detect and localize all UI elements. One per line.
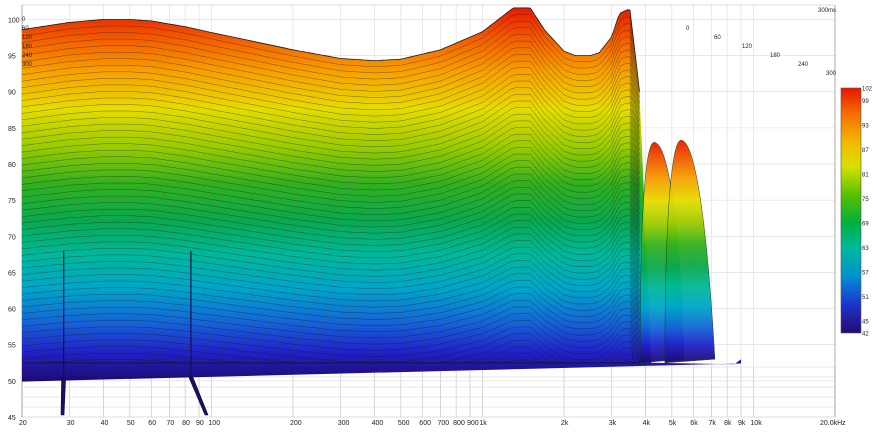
z-tick-label-left: 0 xyxy=(22,17,26,23)
colorbar-tick-label: 99 xyxy=(862,99,869,105)
x-tick-label: 9k xyxy=(738,420,746,427)
x-tick-label: 30 xyxy=(67,420,75,427)
y-tick-label: 75 xyxy=(8,198,16,205)
y-tick-label: 85 xyxy=(8,126,16,133)
colorbar-tick-label: 87 xyxy=(862,148,869,154)
y-tick-label: 50 xyxy=(8,379,16,386)
z-tick-label-left: 240 xyxy=(22,53,33,59)
z-axis-max-label: 300ms xyxy=(818,8,836,14)
y-tick-label: 70 xyxy=(8,234,16,241)
y-tick-label: 95 xyxy=(8,54,16,61)
x-tick-label: 700 xyxy=(437,420,449,427)
x-tick-label: 80 xyxy=(182,420,190,427)
x-tick-label: 7k xyxy=(708,420,716,427)
x-tick-label: 200 xyxy=(290,420,302,427)
x-tick-label: 1k xyxy=(479,420,487,427)
x-tick-label: 900 xyxy=(467,420,479,427)
x-tick-label: 60 xyxy=(148,420,156,427)
z-tick-label-left: 120 xyxy=(22,35,33,41)
x-tick-label: 10k xyxy=(750,420,762,427)
colorbar xyxy=(840,87,862,334)
colorbar-tick-label: 75 xyxy=(862,197,869,203)
y-tick-label: 100 xyxy=(8,17,20,24)
colorbar-tick-label: 81 xyxy=(862,172,869,178)
colorbar-tick-label: 93 xyxy=(862,123,869,129)
x-tick-label: 300 xyxy=(338,420,350,427)
x-tick-label: 70 xyxy=(166,420,174,427)
z-tick-label-right: 240 xyxy=(798,62,809,68)
x-tick-label: 100 xyxy=(208,420,220,427)
x-tick-label: 500 xyxy=(398,420,410,427)
x-tick-label: 50 xyxy=(127,420,135,427)
x-tick-label: 600 xyxy=(419,420,431,427)
y-tick-label: 55 xyxy=(8,343,16,350)
y-tick-label: 65 xyxy=(8,270,16,277)
decay-ridge xyxy=(664,139,716,364)
x-tick-label: 400 xyxy=(372,420,384,427)
x-tick-label: 800 xyxy=(453,420,465,427)
waterfall-surface xyxy=(21,7,741,416)
colorbar-tick-label: 63 xyxy=(862,246,869,252)
z-tick-label-right: 120 xyxy=(742,44,753,50)
resonance-spike xyxy=(60,376,66,416)
colorbar-tick-label: 42 xyxy=(862,332,869,338)
z-tick-label-right: 60 xyxy=(714,35,721,41)
x-tick-label: 90 xyxy=(196,420,204,427)
colorbar-tick-label: 69 xyxy=(862,221,869,227)
colorbar-gradient xyxy=(840,87,862,334)
x-tick-label: 4k xyxy=(643,420,651,427)
y-tick-label: 45 xyxy=(8,415,16,422)
x-tick-label: 8k xyxy=(724,420,732,427)
z-tick-label-left: 60 xyxy=(22,26,29,32)
x-tick-label: 20 xyxy=(19,420,27,427)
z-tick-label-right: 300 xyxy=(826,71,837,77)
colorbar-tick-label: 102 xyxy=(862,87,873,93)
y-tick-label: 60 xyxy=(8,307,16,314)
chart-svg: 45 50 55 60 65 70 75 80 85 90 95 100 20 30 40 50 60 70 80 9… xyxy=(8,4,873,427)
z-tick-label-left: 300 xyxy=(22,62,33,68)
colorbar-tick-label: 57 xyxy=(862,270,869,276)
x-tick-label: 40 xyxy=(101,420,109,427)
y-tick-label: 90 xyxy=(8,90,16,97)
x-tick-label: 2k xyxy=(561,420,569,427)
z-tick-label-right: 180 xyxy=(770,53,781,59)
x-tick-label: 20.0kHz xyxy=(820,420,846,427)
resonance-spike xyxy=(188,376,209,416)
colorbar-tick-label: 45 xyxy=(862,319,869,325)
x-tick-label: 5k xyxy=(669,420,677,427)
colorbar-tick-label: 51 xyxy=(862,295,869,301)
z-tick-label-right: 0 xyxy=(686,26,690,32)
x-tick-label: 6k xyxy=(690,420,698,427)
x-tick-label: 3k xyxy=(609,420,617,427)
z-tick-label-left: 180 xyxy=(22,44,33,50)
waterfall-chart: 45 50 55 60 65 70 75 80 85 90 95 100 20 30 40 50 60 70 80 9… xyxy=(0,0,877,427)
y-tick-label: 80 xyxy=(8,162,16,169)
